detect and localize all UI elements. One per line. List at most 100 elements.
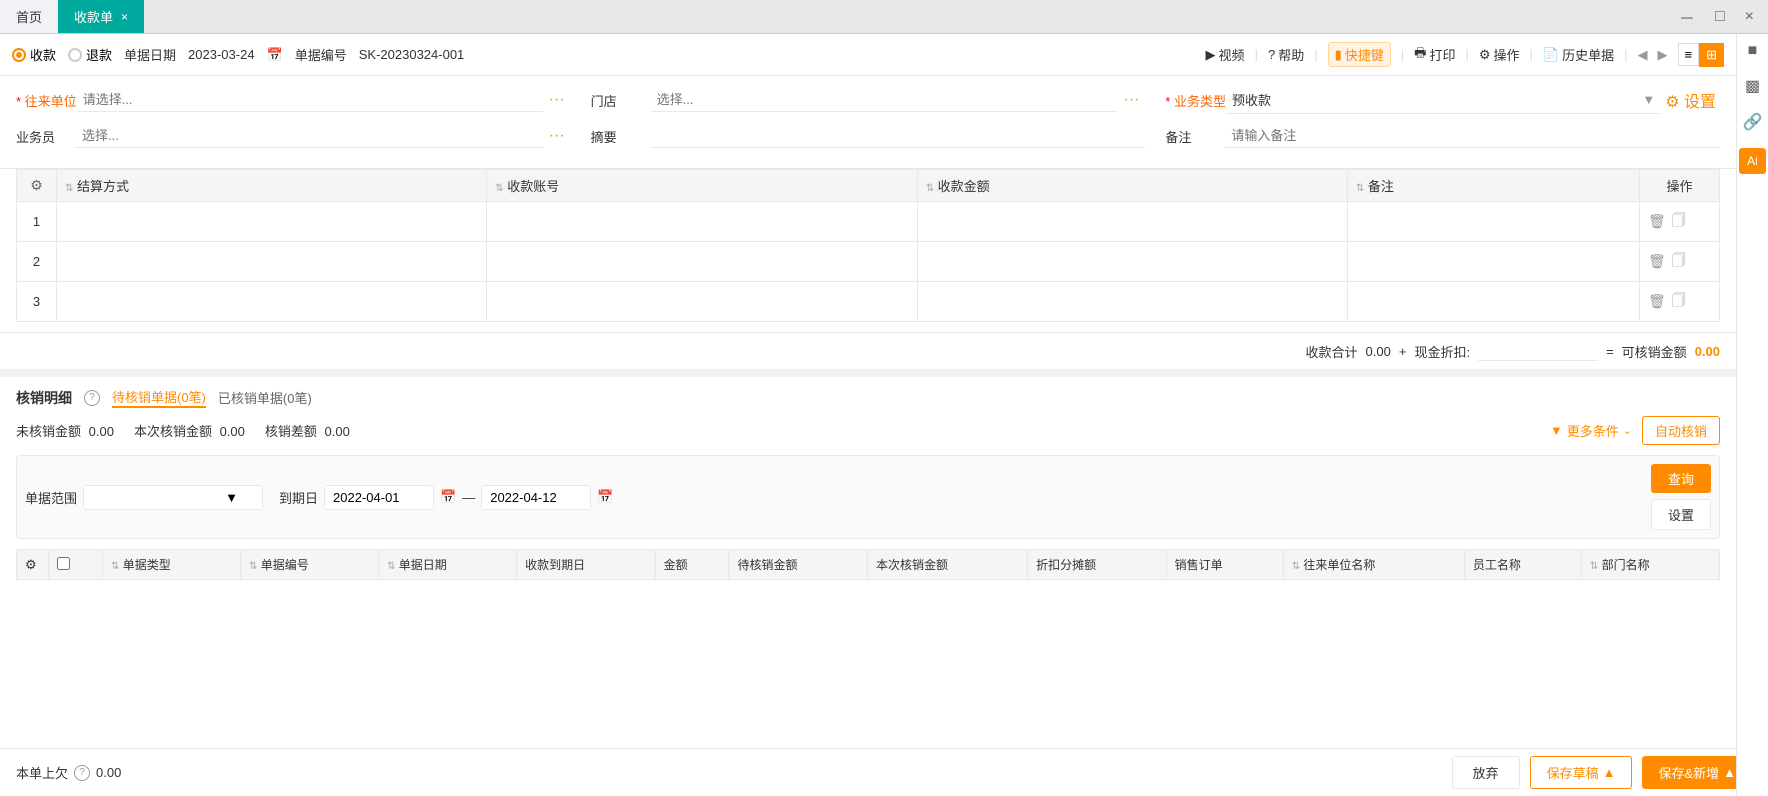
biz-type-value: 预收款 xyxy=(1232,90,1271,109)
th-due-date: 收款到期日 xyxy=(517,550,656,580)
stat-diff-value: 0.00 xyxy=(325,424,350,439)
th-pending-amount: 待核销金额 xyxy=(729,550,868,580)
filter-chevron: ⌄ xyxy=(1623,424,1632,437)
abandon-btn[interactable]: 放弃 xyxy=(1452,756,1520,789)
tab-current[interactable]: 收款单 × xyxy=(58,0,144,33)
delete-icon-2[interactable]: 🗑 xyxy=(1648,253,1666,270)
account-num-2[interactable] xyxy=(487,242,917,282)
staff-input[interactable] xyxy=(76,124,543,148)
form-row-2: 业务员 ··· 摘要 备注 xyxy=(16,124,1720,148)
btn-history[interactable]: 📄 历史单据 xyxy=(1543,45,1614,64)
biz-type-settings-btn[interactable]: ⚙ 设置 xyxy=(1661,88,1720,112)
radio-tuikuan[interactable]: 退款 xyxy=(68,45,112,64)
sidebar-icon-1[interactable]: ■ xyxy=(1748,42,1758,60)
setting-btn[interactable]: 设置 xyxy=(1651,499,1711,530)
btn-action[interactable]: ⚙ 操作 xyxy=(1479,45,1520,64)
biz-type-label: 业务类型 xyxy=(1165,91,1226,110)
tab-close-icon[interactable]: × xyxy=(121,10,128,24)
remark-input[interactable] xyxy=(1225,124,1720,148)
stat-diff: 核销差额 0.00 xyxy=(265,421,350,440)
equals-sign: = xyxy=(1606,344,1614,359)
auto-verify-btn[interactable]: 自动核销 xyxy=(1642,416,1720,445)
th-account-num: ⇅ 收款账号 xyxy=(487,170,917,202)
btn-shortcut[interactable]: ▮ 快捷键 xyxy=(1328,42,1391,67)
verify-info-icon[interactable]: ? xyxy=(84,390,100,406)
view-toggle: ≡ ⊞ xyxy=(1678,43,1725,67)
window-close-btn[interactable]: × xyxy=(1739,6,1760,28)
btn-print[interactable]: 🖶 打印 xyxy=(1414,44,1455,66)
window-minimize-btn[interactable]: － xyxy=(1673,3,1701,31)
save-new-arrow[interactable]: ▲ xyxy=(1723,765,1736,780)
tab-pending[interactable]: 待核销单据(0笔) xyxy=(112,387,206,408)
remark-3[interactable] xyxy=(1347,282,1639,322)
remark-2[interactable] xyxy=(1347,242,1639,282)
discount-label: 现金折扣: xyxy=(1414,342,1470,361)
filter-row: 单据范围 ▼ 到期日 2022-04-01 📅 — 2022-04-12 📅 查… xyxy=(16,455,1720,539)
copy-icon-1[interactable]: 🗍 xyxy=(1672,210,1686,234)
th-current-amount: 本次核销金额 xyxy=(867,550,1027,580)
amount-1[interactable] xyxy=(917,202,1347,242)
delete-icon-3[interactable]: 🗑 xyxy=(1648,293,1666,310)
settle-method-2[interactable] xyxy=(57,242,487,282)
th-settle-method: ⇅ 结算方式 xyxy=(57,170,487,202)
account-num-3[interactable] xyxy=(487,282,917,322)
cal-icon-from[interactable]: 📅 xyxy=(440,489,456,505)
copy-icon-3[interactable]: 🗍 xyxy=(1672,290,1686,314)
save-new-label: 保存&新增 xyxy=(1658,763,1719,782)
view-grid-btn[interactable]: ⊞ xyxy=(1699,43,1724,67)
th-doc-type: ⇅ 单据类型 xyxy=(102,550,240,580)
grid-container: ⚙ ⇅ 单据类型 ⇅ 单据编号 ⇅ 单据日期 收款到期日 金额 待核销金额 本次… xyxy=(16,549,1720,580)
discount-input[interactable] xyxy=(1478,341,1598,361)
btn-help[interactable]: ? 帮助 xyxy=(1268,45,1304,64)
sidebar-icon-2[interactable]: ▩ xyxy=(1745,76,1760,96)
nav-right-icon[interactable]: ▶ xyxy=(1658,47,1668,63)
bottom-info-icon[interactable]: ? xyxy=(74,765,90,781)
th-amount: ⇅ 收款金额 xyxy=(917,170,1347,202)
radio-shoukuan[interactable]: 收款 xyxy=(12,45,56,64)
account-num-1[interactable] xyxy=(487,202,917,242)
sidebar-icon-4[interactable]: Ai xyxy=(1739,148,1766,174)
summary-input[interactable] xyxy=(651,124,1146,148)
remark-1[interactable] xyxy=(1347,202,1639,242)
store-field: 门店 ··· xyxy=(591,88,1146,112)
filter-date-field: 到期日 2022-04-01 📅 — 2022-04-12 📅 xyxy=(279,485,613,510)
view-list-btn[interactable]: ≡ xyxy=(1678,43,1700,66)
copy-icon-2[interactable]: 🗍 xyxy=(1672,250,1686,274)
filter-range-select[interactable]: ▼ xyxy=(83,485,263,510)
amount-3[interactable] xyxy=(917,282,1347,322)
settle-method-3[interactable] xyxy=(57,282,487,322)
filter-date-to[interactable]: 2022-04-12 xyxy=(481,485,591,510)
tab-home[interactable]: 首页 xyxy=(0,0,58,33)
select-all-checkbox[interactable] xyxy=(57,557,70,570)
table-gear-icon[interactable]: ⚙ xyxy=(30,177,43,193)
delete-icon-1[interactable]: 🗑 xyxy=(1648,213,1666,230)
staff-more-btn[interactable]: ··· xyxy=(543,127,571,145)
store-input[interactable] xyxy=(651,88,1118,112)
save-draft-arrow[interactable]: ▲ xyxy=(1603,765,1616,780)
stat-current: 本次核销金额 0.00 xyxy=(134,421,245,440)
action-1: 🗑 🗍 xyxy=(1640,202,1720,242)
tab-done[interactable]: 已核销单据(0笔) xyxy=(218,388,312,407)
save-draft-btn[interactable]: 保存草稿 ▲ xyxy=(1530,756,1633,789)
window-maximize-btn[interactable]: □ xyxy=(1709,6,1731,28)
filter-date-from[interactable]: 2022-04-01 xyxy=(324,485,434,510)
cal-icon-to[interactable]: 📅 xyxy=(597,489,613,505)
btn-video[interactable]: ▶ 视频 xyxy=(1206,45,1245,64)
amount-2[interactable] xyxy=(917,242,1347,282)
query-btn[interactable]: 查询 xyxy=(1651,464,1711,493)
gear-icon-grid[interactable]: ⚙ xyxy=(25,557,37,572)
settle-method-1[interactable] xyxy=(57,202,487,242)
calendar-icon[interactable]: 📅 xyxy=(267,47,283,63)
nav-left-icon[interactable]: ◀ xyxy=(1638,47,1648,63)
filter-more-btn[interactable]: ▼ 更多条件 ⌄ xyxy=(1550,421,1632,440)
bottom-info-label: 本单上欠 xyxy=(16,763,68,782)
store-more-btn[interactable]: ··· xyxy=(1117,91,1145,109)
sidebar-icon-3[interactable]: 🔗 xyxy=(1743,112,1763,132)
video-icon: ▶ xyxy=(1206,47,1216,63)
biz-type-arrow: ▼ xyxy=(1642,92,1655,107)
btn-help-label: 帮助 xyxy=(1278,45,1304,64)
partner-input[interactable] xyxy=(77,88,543,112)
partner-more-btn[interactable]: ··· xyxy=(543,91,571,109)
biz-type-select[interactable]: 预收款 ▼ xyxy=(1226,86,1661,114)
danju-date-label: 单据日期 xyxy=(124,45,176,64)
